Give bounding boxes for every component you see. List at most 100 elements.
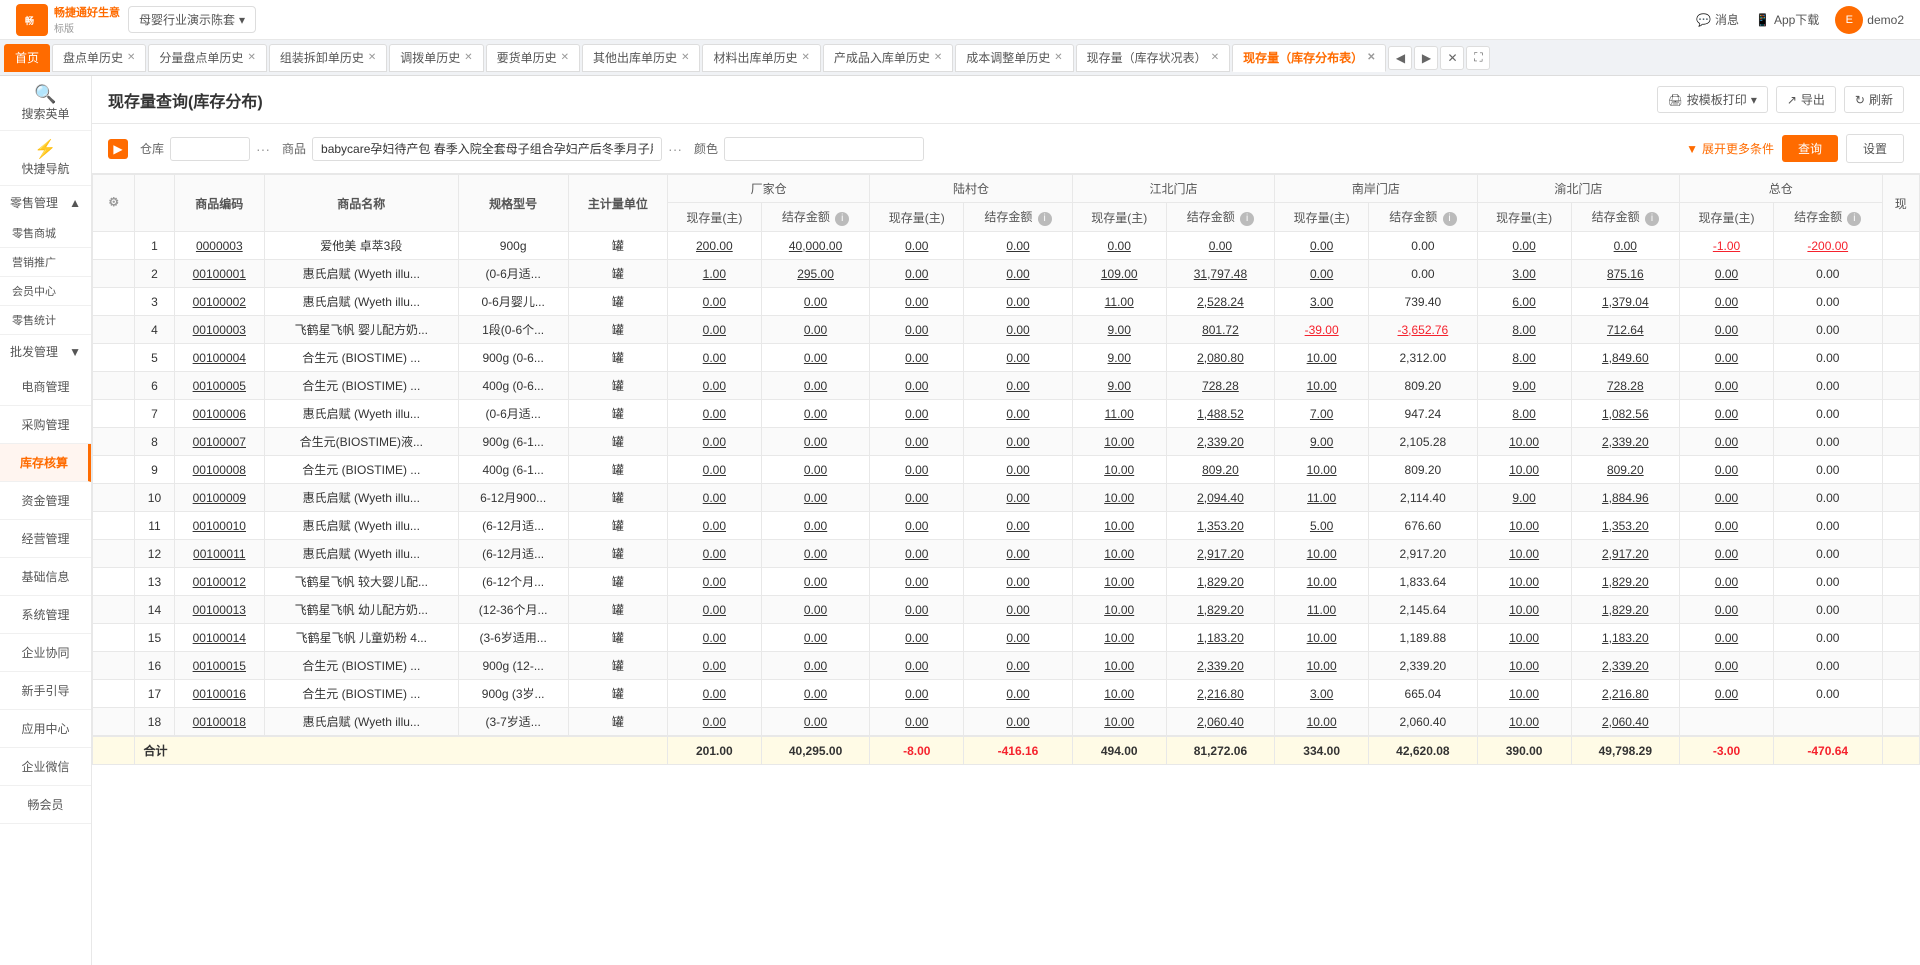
close-icon[interactable]: ✕	[561, 52, 569, 63]
th-total-amt: 结存金额 i	[1773, 203, 1882, 232]
summary-row: 合计 201.00 40,295.00 -8.00 -416.16 494.00…	[93, 736, 1920, 765]
tab-material-outbound[interactable]: 材料出库单历史 ✕	[702, 44, 820, 72]
info-icon[interactable]: i	[1038, 212, 1052, 226]
tab-home[interactable]: 首页	[4, 44, 50, 72]
close-icon[interactable]: ✕	[681, 52, 689, 63]
sidebar-item-finance[interactable]: 资金管理	[0, 482, 91, 520]
user-area[interactable]: E demo2	[1835, 6, 1904, 34]
close-icon[interactable]: ✕	[1367, 52, 1375, 63]
tab-next-btn[interactable]: ▶	[1414, 46, 1438, 70]
print-icon: 🖨	[1668, 93, 1683, 107]
sidebar-item-quick-nav[interactable]: ⚡ 快捷导航	[0, 131, 91, 186]
table-container: ⚙ 商品编码 商品名称 规格型号 主计量单位 厂家仓 陆村仓 江北门店 南岸门店…	[92, 174, 1920, 965]
sidebar-group-wholesale[interactable]: 批发管理 ▼	[0, 335, 91, 368]
info-icon[interactable]: i	[1443, 212, 1457, 226]
tab-transfer[interactable]: 调拨单历史 ✕	[389, 44, 483, 72]
top-bar-left: 畅 畅捷通好生意 标版 母婴行业演示陈套 ▾	[16, 4, 256, 36]
warehouse-input[interactable]	[170, 137, 250, 161]
sidebar-item-retail-mall[interactable]: 零售商城	[0, 219, 91, 248]
settings-icon[interactable]: ⚙	[106, 195, 122, 211]
app-download-btn[interactable]: 📱 App下载	[1755, 11, 1819, 28]
tab-assemble[interactable]: 组装拆卸单历史 ✕	[269, 44, 387, 72]
tab-bar: 首页 盘点单历史 ✕ 分量盘点单历史 ✕ 组装拆卸单历史 ✕ 调拨单历史 ✕ 要…	[0, 40, 1920, 76]
settings-btn[interactable]: 设置	[1846, 134, 1904, 163]
sidebar-item-guide[interactable]: 新手引导	[0, 672, 91, 710]
tab-stock-distribution[interactable]: 现存量（库存分布表） ✕	[1232, 44, 1386, 72]
info-icon[interactable]: i	[1240, 212, 1254, 226]
th-warehouse-nanan: 南岸门店	[1275, 175, 1477, 203]
logo-icon: 畅	[16, 4, 48, 36]
sidebar-item-purchase[interactable]: 采购管理	[0, 406, 91, 444]
close-icon[interactable]: ✕	[1054, 52, 1062, 63]
tab-requisition[interactable]: 要货单历史 ✕	[486, 44, 580, 72]
sidebar-item-retail-stats[interactable]: 零售统计	[0, 306, 91, 335]
color-filter: 颜色	[694, 137, 924, 161]
th-index	[135, 175, 174, 232]
th-name: 商品名称	[265, 175, 458, 232]
sidebar-item-app-center[interactable]: 应用中心	[0, 710, 91, 748]
info-icon[interactable]: i	[1847, 212, 1861, 226]
filter-toggle-btn[interactable]: ▶	[108, 139, 128, 159]
th-yb-amt: 结存金额 i	[1571, 203, 1680, 232]
th-warehouse-yubei: 渝北门店	[1477, 175, 1679, 203]
tab-other-outbound[interactable]: 其他出库单历史 ✕	[582, 44, 700, 72]
th-current: 现	[1882, 175, 1920, 232]
tab-prev-btn[interactable]: ◀	[1388, 46, 1412, 70]
tab-expand-btn[interactable]: ⛶	[1466, 46, 1490, 70]
warehouse-more-btn[interactable]: ···	[256, 141, 270, 157]
close-icon[interactable]: ✕	[368, 52, 376, 63]
top-bar-right: 💬 消息 📱 App下载 E demo2	[1696, 6, 1904, 34]
close-icon[interactable]: ✕	[934, 52, 942, 63]
sidebar-item-member2[interactable]: 畅会员	[0, 786, 91, 824]
query-btn[interactable]: 查询	[1782, 135, 1838, 162]
table-row: 17 00100016 合生元 (BIOSTIME) ... 900g (3岁.…	[93, 680, 1920, 708]
sidebar-item-operations[interactable]: 经营管理	[0, 520, 91, 558]
close-icon[interactable]: ✕	[464, 52, 472, 63]
refresh-btn[interactable]: ↻ 刷新	[1844, 86, 1904, 113]
sidebar-item-marketing[interactable]: 营销推广	[0, 248, 91, 277]
industry-select[interactable]: 母婴行业演示陈套 ▾	[128, 6, 256, 33]
tab-product-inbound[interactable]: 产成品入库单历史 ✕	[823, 44, 953, 72]
page-title: 现存量查询(库存分布)	[108, 88, 263, 112]
product-input[interactable]	[312, 137, 662, 161]
table-row: 10 00100009 惠氏启赋 (Wyeth illu... 6-12月900…	[93, 484, 1920, 512]
sidebar-item-enterprise[interactable]: 企业协同	[0, 634, 91, 672]
tab-inventory-count[interactable]: 盘点单历史 ✕	[52, 44, 146, 72]
sidebar-item-member[interactable]: 会员中心	[0, 277, 91, 306]
table-row: 13 00100012 飞鹤星飞帆 较大婴儿配... (6-12个月... 罐 …	[93, 568, 1920, 596]
close-icon[interactable]: ✕	[801, 52, 809, 63]
sidebar-item-wechat[interactable]: 企业微信	[0, 748, 91, 786]
product-more-btn[interactable]: ···	[668, 141, 682, 157]
sidebar-item-ecommerce[interactable]: 电商管理	[0, 368, 91, 406]
sidebar-group-retail[interactable]: 零售管理 ▲	[0, 186, 91, 219]
sidebar-item-search[interactable]: 🔍 搜索英单	[0, 76, 91, 131]
logo-text: 畅捷通好生意 标版	[54, 4, 120, 35]
tab-stock-status[interactable]: 现存量（库存状况表） ✕	[1076, 44, 1230, 72]
sidebar-item-base-info[interactable]: 基础信息	[0, 558, 91, 596]
close-icon[interactable]: ✕	[247, 52, 255, 63]
message-btn[interactable]: 💬 消息	[1696, 11, 1739, 28]
info-icon[interactable]: i	[835, 212, 849, 226]
tab-cost-adjust[interactable]: 成本调整单历史 ✕	[955, 44, 1073, 72]
print-btn[interactable]: 🖨 按模板打印 ▾	[1657, 86, 1768, 113]
filter-bar: ▶ 仓库 ··· 商品 ··· 颜色 ▼ 展开更多条件 查询	[92, 124, 1920, 174]
th-warehouse-total: 总仓	[1680, 175, 1882, 203]
expand-conditions-btn[interactable]: ▼ 展开更多条件	[1686, 140, 1774, 157]
refresh-icon: ↻	[1855, 93, 1865, 107]
warehouse-filter: 仓库 ···	[140, 137, 270, 161]
sidebar-item-stock[interactable]: 库存核算	[0, 444, 91, 482]
tab-close-all-btn[interactable]: ✕	[1440, 46, 1464, 70]
info-icon[interactable]: i	[1645, 212, 1659, 226]
table-row: 6 00100005 合生元 (BIOSTIME) ... 400g (0-6.…	[93, 372, 1920, 400]
sidebar-item-system[interactable]: 系统管理	[0, 596, 91, 634]
th-f-qty: 现存量(主)	[667, 203, 761, 232]
table-row: 9 00100008 合生元 (BIOSTIME) ... 400g (6-1.…	[93, 456, 1920, 484]
content-area: 现存量查询(库存分布) 🖨 按模板打印 ▾ ↗ 导出 ↻ 刷新 ▶	[92, 76, 1920, 965]
export-btn[interactable]: ↗ 导出	[1776, 86, 1836, 113]
close-icon[interactable]: ✕	[1211, 52, 1219, 63]
svg-text:畅: 畅	[25, 15, 34, 26]
close-icon[interactable]: ✕	[127, 52, 135, 63]
tab-portion-count[interactable]: 分量盘点单历史 ✕	[148, 44, 266, 72]
color-input[interactable]	[724, 137, 924, 161]
th-nb-qty: 现存量(主)	[1275, 203, 1369, 232]
